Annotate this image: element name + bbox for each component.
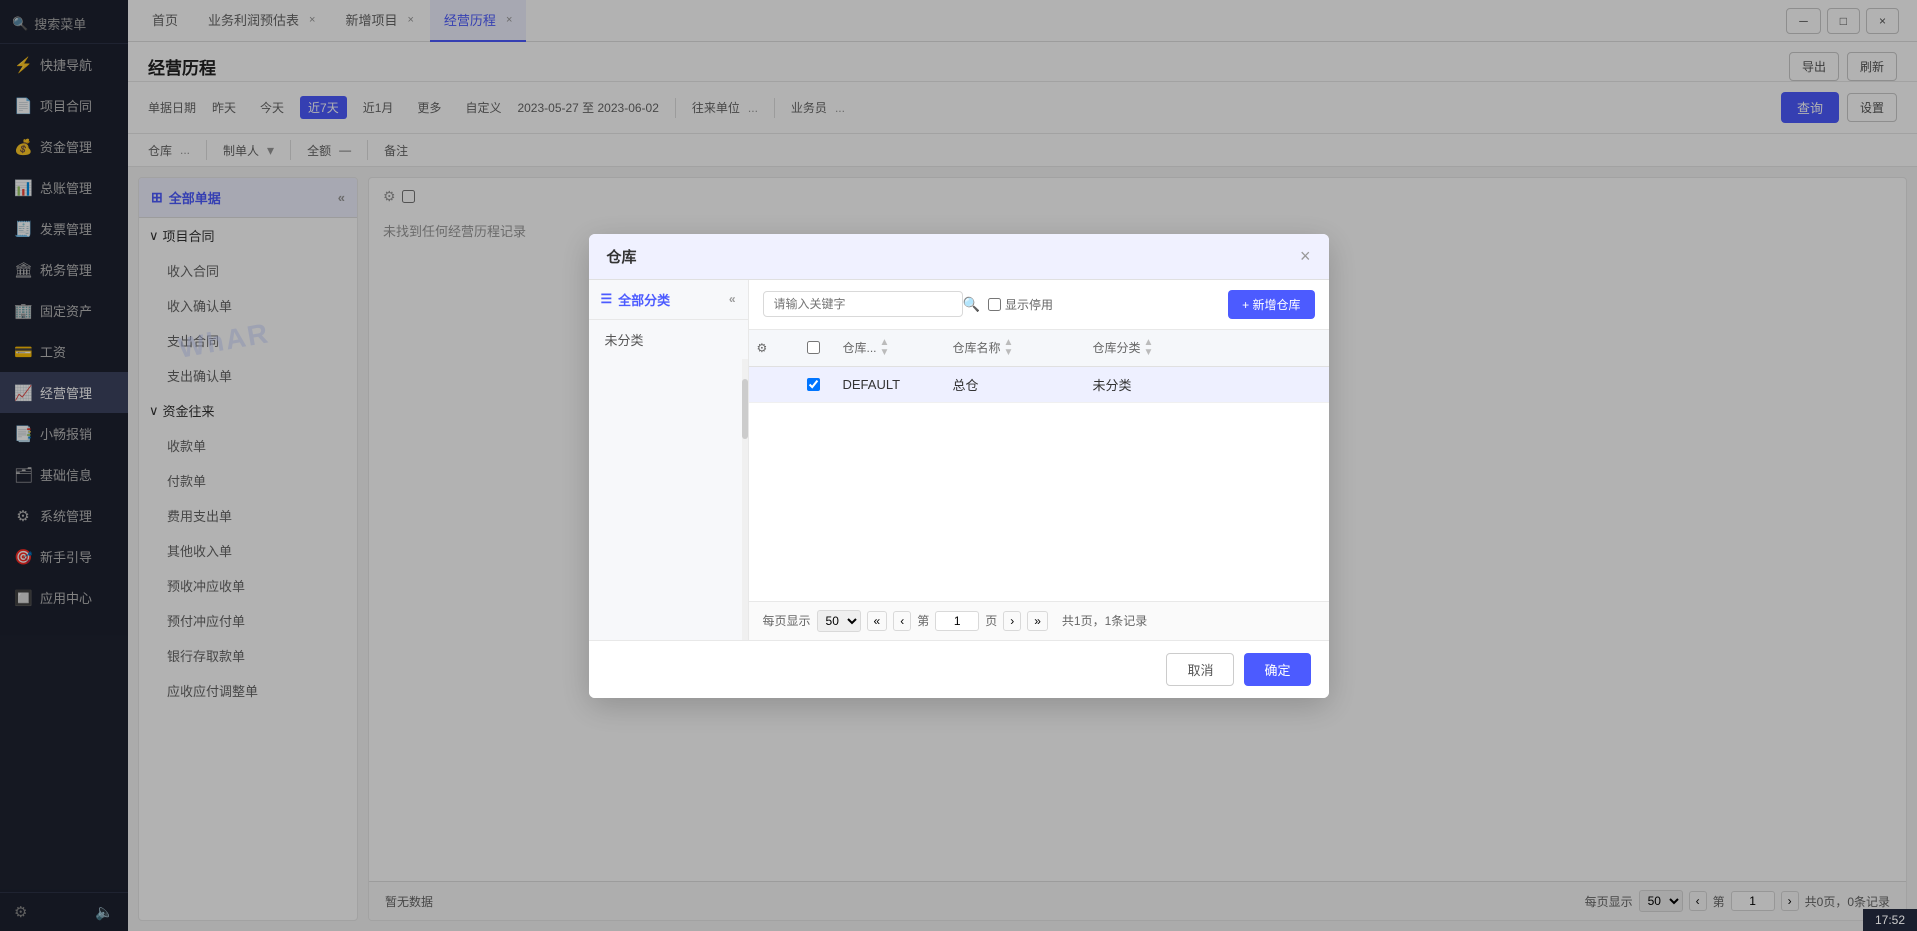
table-row[interactable]: DEFAULT 总仓 未分类 — [749, 367, 1329, 403]
modal-right-panel: 🔍 显示停用 + 新增仓库 ⚙ — [749, 280, 1329, 640]
td-name: 总仓 — [945, 375, 1085, 394]
modal-table-header: ⚙ 仓库... ▲▼ 仓库名称 ▲▼ — [749, 330, 1329, 367]
modal-action-bar: 取消 确定 — [589, 640, 1329, 698]
modal-pagination: 每页显示 50 « ‹ 第 页 › » 共1页，1条记录 — [749, 601, 1329, 640]
warehouse-modal: 仓库 × ☰ 全部分类 « 未分类 — [589, 234, 1329, 698]
th-name: 仓库名称 ▲▼ — [945, 338, 1085, 358]
modal-left-scroll — [589, 359, 748, 640]
pagination-first-btn[interactable]: « — [867, 611, 888, 631]
th-category: 仓库分类 ▲▼ — [1085, 338, 1225, 358]
modal-search-input[interactable] — [763, 291, 963, 317]
modal-header: 仓库 × — [589, 234, 1329, 280]
modal-table: ⚙ 仓库... ▲▼ 仓库名称 ▲▼ — [749, 330, 1329, 601]
th-settings: ⚙ — [749, 338, 799, 358]
td-code: DEFAULT — [835, 375, 945, 394]
td-settings — [749, 375, 799, 394]
page-number-input[interactable] — [935, 611, 979, 631]
th-checkbox — [799, 338, 835, 358]
modal-title: 仓库 — [607, 246, 637, 267]
add-warehouse-button[interactable]: + 新增仓库 — [1228, 290, 1314, 319]
modal-left-panel: ☰ 全部分类 « 未分类 — [589, 280, 749, 640]
modal-left-collapse-btn[interactable]: « — [729, 292, 736, 306]
modal-close-button[interactable]: × — [1300, 246, 1311, 267]
pagination-next-btn[interactable]: › — [1003, 611, 1021, 631]
pagination-total: 共1页，1条记录 — [1062, 612, 1147, 629]
modal-category-uncategorized[interactable]: 未分类 — [589, 320, 748, 359]
modal-all-category: 全部分类 — [618, 290, 670, 309]
page-label: 第 — [917, 612, 929, 629]
td-checkbox — [799, 375, 835, 394]
taskbar-time: 17:52 — [1863, 909, 1917, 931]
modal-overlay: 仓库 × ☰ 全部分类 « 未分类 — [0, 0, 1917, 931]
sort-arrows-code: ▲▼ — [880, 338, 890, 358]
modal-category-header: ☰ 全部分类 « — [589, 280, 748, 320]
modal-toolbar: 🔍 显示停用 + 新增仓库 — [749, 280, 1329, 330]
page-suffix: 页 — [985, 612, 997, 629]
pagination-last-btn[interactable]: » — [1027, 611, 1048, 631]
modal-body: ☰ 全部分类 « 未分类 � — [589, 280, 1329, 640]
per-page-label: 每页显示 — [763, 612, 811, 629]
sort-arrows-category: ▲▼ — [1144, 338, 1154, 358]
modal-left-scrollbar-thumb — [742, 379, 748, 439]
search-wrapper: 🔍 — [763, 291, 980, 317]
modal-left-scrollbar[interactable] — [742, 359, 748, 640]
show-disabled-checkbox[interactable] — [988, 298, 1001, 311]
th-select-all[interactable] — [807, 341, 820, 354]
td-category: 未分类 — [1085, 375, 1225, 394]
per-page-select[interactable]: 50 — [817, 610, 861, 632]
th-code: 仓库... ▲▼ — [835, 338, 945, 358]
uncategorized-label: 未分类 — [605, 333, 644, 348]
category-icon: ☰ — [601, 291, 613, 307]
sort-arrows-name: ▲▼ — [1004, 338, 1014, 358]
show-disabled-text: 显示停用 — [1005, 296, 1053, 313]
show-disabled-label: 显示停用 — [988, 296, 1053, 313]
confirm-button[interactable]: 确定 — [1244, 653, 1310, 686]
cancel-button[interactable]: 取消 — [1166, 653, 1234, 686]
pagination-prev-btn[interactable]: ‹ — [893, 611, 911, 631]
row-checkbox[interactable] — [807, 378, 820, 391]
modal-search-btn[interactable]: 🔍 — [963, 296, 980, 313]
th-settings-icon: ⚙ — [757, 341, 768, 355]
